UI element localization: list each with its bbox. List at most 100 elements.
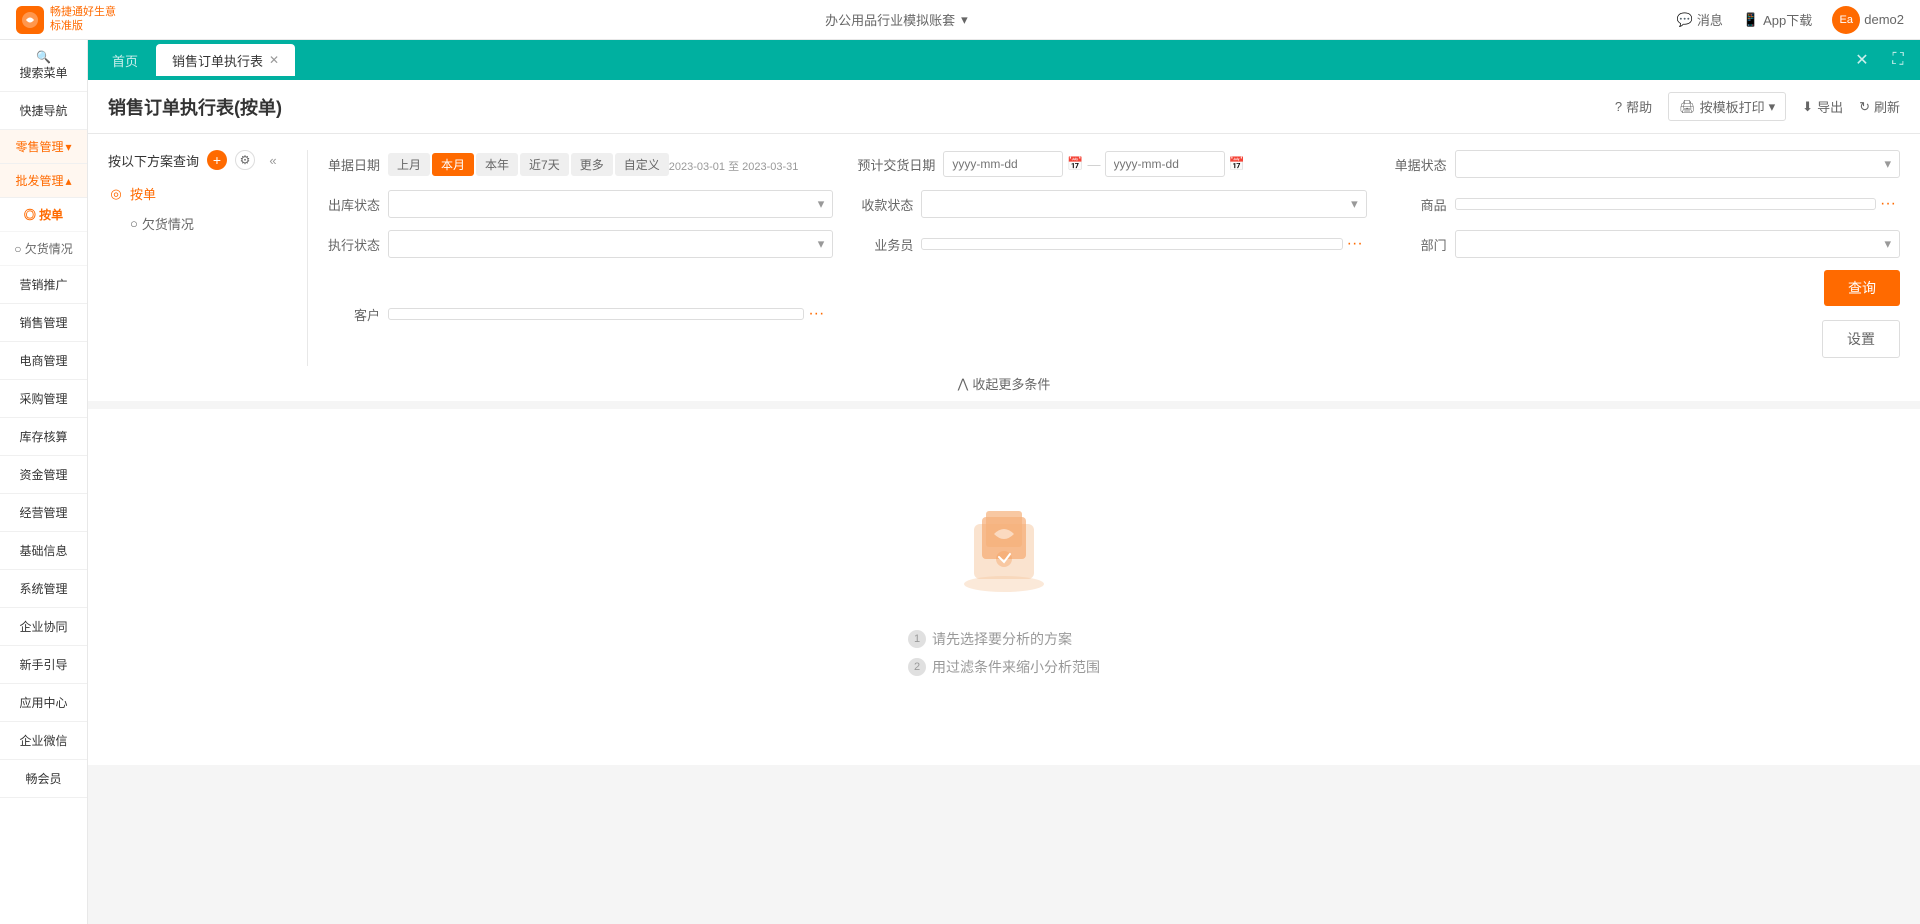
exec-status-label: 执行状态	[324, 235, 380, 254]
sidebar-item-sales[interactable]: 销售管理	[0, 304, 87, 342]
message-btn[interactable]: 💬 消息	[1677, 10, 1723, 29]
date-btn-lastmonth[interactable]: 上月	[388, 153, 430, 176]
sidebar-item-member[interactable]: 畅会员	[0, 760, 87, 798]
sidebar-item-marketing[interactable]: 营销推广	[0, 266, 87, 304]
expected-date-end[interactable]	[1105, 151, 1225, 177]
exec-status-row: 执行状态 ▾	[324, 230, 833, 258]
order-status-row: 单据状态 ▾	[1391, 150, 1900, 178]
solution-panel: 按以下方案查询 + ⚙ « ◎ 按单 ○ 欠货情况	[108, 150, 308, 366]
tab-close-icon[interactable]: ✕	[269, 53, 279, 67]
date-btn-custom[interactable]: 自定义	[615, 153, 669, 176]
calendar-end-icon[interactable]: 📅	[1229, 156, 1245, 172]
setting-btn[interactable]: 设置	[1822, 320, 1900, 358]
payment-status-row: 收款状态 ▾	[857, 190, 1366, 218]
solution-collapse-btn[interactable]: «	[263, 150, 283, 170]
date-filter-row: 单据日期 上月 本月 本年 近7天 更多 自定义	[324, 150, 833, 178]
content-area: 首页 销售订单执行表 ✕ ✕ ⛶ 销售订单执行表(按单) ? 帮助	[88, 40, 1920, 924]
avatar: Ea	[1832, 6, 1860, 34]
chevron-icon: ▾	[65, 140, 71, 154]
logo-icon	[16, 6, 44, 34]
customer-dots-btn[interactable]: ···	[804, 305, 828, 323]
dept-select[interactable]: ▾	[1455, 230, 1900, 258]
empty-tip-1: 1 请先选择要分析的方案	[908, 629, 1100, 649]
breadcrumb[interactable]: 办公用品行业模拟账套 ▾	[825, 10, 968, 29]
sidebar-item-apps[interactable]: 应用中心	[0, 684, 87, 722]
sidebar-item-newguide[interactable]: 新手引导	[0, 646, 87, 684]
tabbar: 首页 销售订单执行表 ✕ ✕ ⛶	[88, 40, 1920, 80]
date-btn-thisyear[interactable]: 本年	[476, 153, 518, 176]
sidebar-item-inventory[interactable]: 库存核算	[0, 418, 87, 456]
chevron-up-icon: ▴	[65, 174, 71, 188]
solution-setting-btn[interactable]: ⚙	[235, 150, 255, 170]
solution-sub-shortage[interactable]: ○ 欠货情况	[108, 209, 291, 238]
date-label: 单据日期	[324, 155, 380, 174]
help-btn[interactable]: ? 帮助	[1615, 97, 1652, 116]
page-title: 销售订单执行表(按单)	[108, 94, 282, 120]
tab-home[interactable]: 首页	[96, 44, 154, 76]
payment-status-select[interactable]: ▾	[921, 190, 1366, 218]
filter-section: 按以下方案查询 + ⚙ « ◎ 按单 ○ 欠货情况	[88, 134, 1920, 401]
goods-input: ···	[1455, 195, 1900, 213]
sidebar-search[interactable]: 🔍 搜索菜单	[0, 40, 87, 92]
close-window-icon[interactable]: ✕	[1848, 46, 1876, 74]
sidebar-item-wechat[interactable]: 企业微信	[0, 722, 87, 760]
filter-conditions: 单据日期 上月 本月 本年 近7天 更多 自定义	[324, 150, 1900, 366]
app-download-btn[interactable]: 📱 App下载	[1743, 10, 1812, 29]
solution-item-by-order[interactable]: ◎ 按单	[108, 178, 291, 209]
sidebar-item-ecommerce[interactable]: 电商管理	[0, 342, 87, 380]
order-status-label: 单据状态	[1391, 155, 1447, 174]
expected-date-label: 预计交货日期	[857, 155, 935, 174]
date-btn-7days[interactable]: 近7天	[520, 153, 569, 176]
refresh-icon: ↻	[1859, 99, 1870, 115]
solution-sub-icon: ○	[130, 216, 138, 231]
date-btns: 上月 本月 本年 近7天 更多 自定义	[388, 153, 669, 176]
solution-add-btn[interactable]: +	[207, 150, 227, 170]
sidebar-item-wholesale[interactable]: 批发管理 ▴	[0, 164, 87, 198]
sidebar-item-purchase[interactable]: 采购管理	[0, 380, 87, 418]
collapse-more-btn[interactable]: ⋀ 收起更多条件	[108, 366, 1900, 401]
filter-body: 按以下方案查询 + ⚙ « ◎ 按单 ○ 欠货情况	[108, 150, 1900, 366]
tip-num-2: 2	[908, 658, 926, 676]
date-btn-more[interactable]: 更多	[571, 153, 613, 176]
sidebar-item-enterprise[interactable]: 企业协同	[0, 608, 87, 646]
search-btn[interactable]: 查询	[1824, 270, 1900, 306]
payment-status-input: ▾	[921, 190, 1366, 218]
order-status-input: ▾	[1455, 150, 1900, 178]
dept-row: 部门 ▾	[1391, 230, 1900, 258]
sidebar-item-basic[interactable]: 基础信息	[0, 532, 87, 570]
page-content: 销售订单执行表(按单) ? 帮助 🖨 按模板打印 ▾ ⬇ 导出	[88, 80, 1920, 924]
sidebar-item-system[interactable]: 系统管理	[0, 570, 87, 608]
logo-text: 畅捷通好生意 标准版	[50, 6, 116, 32]
calendar-start-icon[interactable]: 📅	[1067, 156, 1083, 172]
empty-tips: 1 请先选择要分析的方案 2 用过滤条件来缩小分析范围	[908, 629, 1100, 685]
date-btn-thismonth[interactable]: 本月	[432, 153, 474, 176]
print-btn[interactable]: 🖨 按模板打印 ▾	[1668, 92, 1786, 121]
sidebar-item-finance[interactable]: 资金管理	[0, 456, 87, 494]
solution-panel-title: 按以下方案查询 + ⚙ «	[108, 150, 291, 170]
sidebar-item-retail[interactable]: 零售管理 ▾	[0, 130, 87, 164]
delivery-status-select[interactable]: ▾	[388, 190, 833, 218]
empty-illustration	[944, 489, 1064, 609]
expected-date-input: 📅 — 📅	[943, 151, 1366, 177]
maximize-icon[interactable]: ⛶	[1884, 46, 1912, 74]
payment-status-arrow: ▾	[1351, 196, 1358, 212]
order-status-select[interactable]: ▾	[1455, 150, 1900, 178]
message-icon: 💬	[1677, 12, 1693, 28]
tab-sales-order[interactable]: 销售订单执行表 ✕	[156, 44, 295, 76]
sidebar-sub-shortage[interactable]: ○ 欠货情况	[0, 232, 87, 266]
logo-area: 畅捷通好生意 标准版	[16, 6, 116, 34]
exec-status-select[interactable]: ▾	[388, 230, 833, 258]
tabbar-right: ✕ ⛶	[1848, 46, 1912, 74]
salesperson-label: 业务员	[857, 235, 913, 254]
user-avatar[interactable]: Ea demo2	[1832, 6, 1904, 34]
export-btn[interactable]: ⬇ 导出	[1802, 97, 1843, 116]
sidebar-item-operation[interactable]: 经营管理	[0, 494, 87, 532]
refresh-btn[interactable]: ↻ 刷新	[1859, 97, 1900, 116]
sidebar-sub-by-order[interactable]: ◎ 按单	[0, 198, 87, 232]
delivery-status-label: 出库状态	[324, 195, 380, 214]
salesperson-dots-btn[interactable]: ···	[1343, 235, 1367, 253]
goods-dots-btn[interactable]: ···	[1876, 195, 1900, 213]
sidebar-quick-nav[interactable]: 快捷导航	[0, 92, 87, 130]
expected-date-start[interactable]	[943, 151, 1063, 177]
order-status-arrow: ▾	[1884, 156, 1891, 172]
